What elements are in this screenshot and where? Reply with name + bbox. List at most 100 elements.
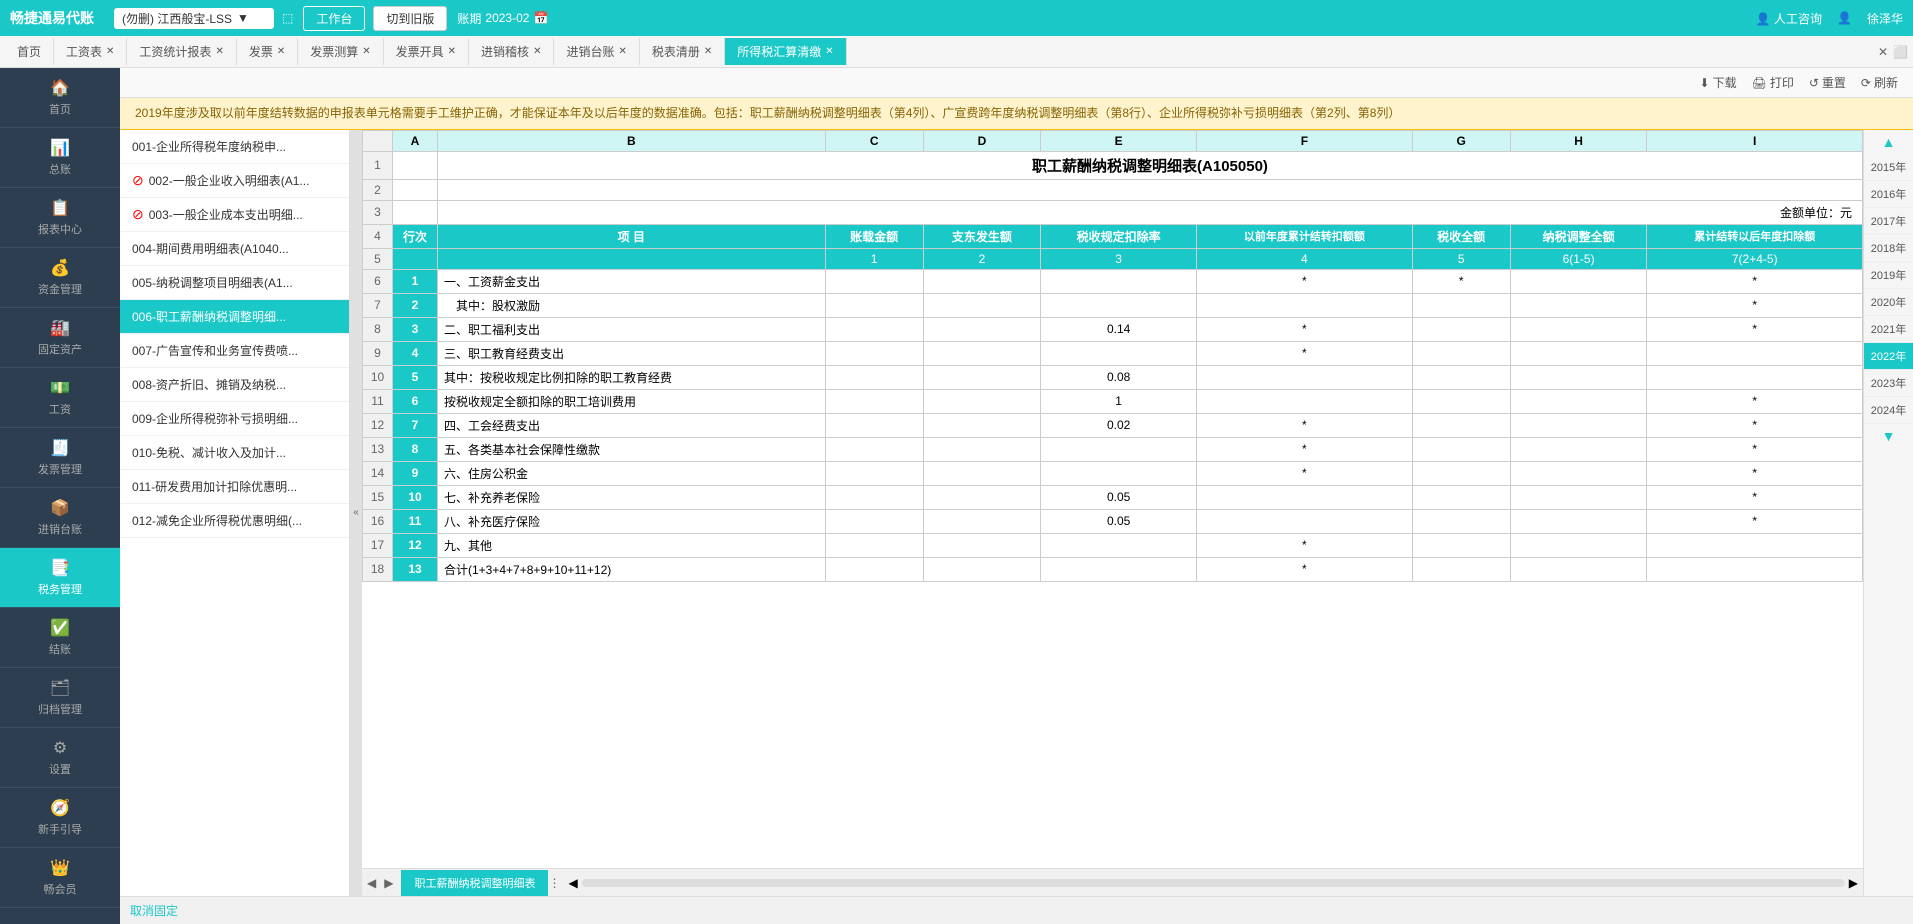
left-panel: 001-企业所得税年度纳税申... ⊘002-一般企业收入明细表(A1... ⊘… [120,130,350,897]
sidebar-item-reports[interactable]: 📋 报表中心 [0,188,120,248]
tab-income-tax[interactable]: 所得税汇算清缴 ✕ [725,38,846,65]
sidebar-item-member[interactable]: 👑 畅会员 [0,848,120,908]
company-selector[interactable]: (勿删) 江西般宝-LSS ▼ [114,8,274,29]
tab-payroll-stat[interactable]: 工资统计报表 ✕ [127,38,236,65]
sidebar-item-guide[interactable]: 🧭 新手引导 [0,788,120,848]
sidebar-item-funds[interactable]: 💰 资金管理 [0,248,120,308]
close-tab-purchase-check[interactable]: ✕ [533,46,541,57]
user-avatar[interactable]: 👤 [1837,11,1852,25]
close-tab-invoice[interactable]: ✕ [277,46,285,57]
year-2020[interactable]: 2020年 [1864,289,1913,316]
year-2017[interactable]: 2017年 [1864,208,1913,235]
sidebar-item-archive[interactable]: 🗂 归档管理 [0,668,120,728]
table-row[interactable]: 11 6 按税收规定全额扣除的职工培训费用 1 * [363,389,1863,413]
left-panel-item-012[interactable]: 012-减免企业所得税优惠明细(... [120,504,349,538]
year-2015[interactable]: 2015年 [1864,154,1913,181]
col-i-label: 累计结转以后年度扣除额 [1647,224,1863,248]
tab-invoice[interactable]: 发票 ✕ [237,38,298,65]
tab-invoice-open[interactable]: 发票开具 ✕ [384,38,469,65]
sheet-scrollbar[interactable] [582,879,1845,887]
left-panel-item-006[interactable]: 006-职工薪酬纳税调整明细... [120,300,349,334]
left-panel-item-004[interactable]: 004-期间费用明细表(A1040... [120,232,349,266]
year-2019[interactable]: 2019年 [1864,262,1913,289]
left-panel-item-010[interactable]: 010-免税、减计收入及加计... [120,436,349,470]
left-panel-item-002[interactable]: ⊘002-一般企业收入明细表(A1... [120,164,349,198]
tab-purchase-ledger[interactable]: 进销台账 ✕ [554,38,639,65]
cancel-fixed-button[interactable]: 取消固定 [130,902,178,919]
year-nav-down[interactable]: ▼ [1878,424,1900,448]
table-row[interactable]: 12 7 四、工会经费支出 0.02 * * [363,413,1863,437]
table-row[interactable]: 13 8 五、各类基本社会保障性缴款 * * [363,437,1863,461]
year-2024[interactable]: 2024年 [1864,397,1913,424]
close-tab-tax-book[interactable]: ✕ [704,46,712,57]
download-button[interactable]: ⬇ 下载 [1700,74,1737,91]
sheet-options[interactable]: ⋮ [548,876,560,890]
table-row[interactable]: 14 9 六、住房公积金 * * [363,461,1863,485]
switch-button[interactable]: 切到旧版 [373,6,447,31]
year-2023[interactable]: 2023年 [1864,370,1913,397]
tab-invoice-calc[interactable]: 发票测算 ✕ [298,38,383,65]
table-row[interactable]: 8 3 二、职工福利支出 0.14 * * [363,317,1863,341]
table-row[interactable]: 16 11 八、补充医疗保险 0.05 * [363,509,1863,533]
left-panel-item-001[interactable]: 001-企业所得税年度纳税申... [120,130,349,164]
table-row[interactable]: 6 1 一、工资薪金支出 * * * [363,269,1863,293]
sidebar-item-payroll[interactable]: 💵 工资 [0,368,120,428]
print-button[interactable]: 🖨 打印 [1752,74,1794,91]
year-2021[interactable]: 2021年 [1864,316,1913,343]
top-right: 👤 人工咨询 👤 徐泽华 [1756,10,1903,27]
sheet-scroll-bar-right[interactable]: ▶ [1849,876,1858,890]
left-panel-item-011[interactable]: 011-研发费用加计扣除优惠明... [120,470,349,504]
year-2022[interactable]: 2022年 [1864,343,1913,370]
sidebar-item-tax[interactable]: 📑 税务管理 [0,548,120,608]
sheet-scroll-bar-left[interactable]: ◀ [568,876,577,890]
close-tab-purchase-ledger[interactable]: ✕ [618,46,626,57]
collapse-button[interactable]: « [350,130,362,897]
close-tab-income-tax[interactable]: ✕ [825,46,833,57]
table-row[interactable]: 17 12 九、其他 * [363,533,1863,557]
sheet-tab-main[interactable]: 职工薪酬纳税调整明细表 [401,870,548,896]
spreadsheet-wrapper[interactable]: A B C D E F G H I [362,130,1863,869]
table-row[interactable]: 7 2 其中：股权激励 * [363,293,1863,317]
year-2018[interactable]: 2018年 [1864,235,1913,262]
close-tab-invoice-open[interactable]: ✕ [448,46,456,57]
tab-purchase-check[interactable]: 进销稽核 ✕ [469,38,554,65]
sidebar-item-invoice-mgmt[interactable]: 🧾 发票管理 [0,428,120,488]
support-link[interactable]: 👤 人工咨询 [1756,10,1822,27]
table-row[interactable]: 18 13 合计(1+3+4+7+8+9+10+11+12) * [363,557,1863,581]
sidebar-item-settings[interactable]: ⚙ 设置 [0,728,120,788]
maximize-icon[interactable]: ⬜ [1893,45,1908,59]
left-panel-item-005[interactable]: 005-纳税调整项目明细表(A1... [120,266,349,300]
table-row[interactable]: 15 10 七、补充养老保险 0.05 * [363,485,1863,509]
table-row[interactable]: 9 4 三、职工教育经费支出 * [363,341,1863,365]
close-window-icon[interactable]: ✕ [1878,45,1888,59]
refresh-button[interactable]: ⟳ 刷新 [1861,74,1898,91]
copy-icon[interactable]: ⬚ [282,11,293,25]
close-tab-payroll-stat[interactable]: ✕ [215,46,223,57]
col-h-header: H [1510,130,1647,151]
table-row[interactable]: 10 5 其中：按税收规定比例扣除的职工教育经费 0.08 [363,365,1863,389]
year-nav-up[interactable]: ▲ [1878,130,1900,154]
close-tab-invoice-calc[interactable]: ✕ [362,46,370,57]
close-tab-payroll[interactable]: ✕ [106,46,114,57]
sidebar-item-sales-ledger[interactable]: 📦 进销台账 [0,488,120,548]
left-panel-item-008[interactable]: 008-资产折旧、摊销及纳税... [120,368,349,402]
sheet-scroll-right[interactable]: ▶ [384,876,393,890]
col-d-header: D [923,130,1040,151]
workspace-button[interactable]: 工作台 [303,6,365,31]
left-panel-item-007[interactable]: 007-广告宣传和业务宣传费喷... [120,334,349,368]
user-name: 徐泽华 [1867,10,1903,27]
sidebar-item-general-ledger[interactable]: 📊 总账 [0,128,120,188]
left-panel-item-003[interactable]: ⊘003-一般企业成本支出明细... [120,198,349,232]
calendar-icon[interactable]: 📅 [533,11,548,25]
reset-button[interactable]: ↺ 重置 [1809,74,1846,91]
tab-tax-book[interactable]: 税表清册 ✕ [640,38,725,65]
tab-payroll[interactable]: 工资表 ✕ [54,38,127,65]
sidebar-item-close[interactable]: ✅ 结账 [0,608,120,668]
tab-home[interactable]: 首页 [5,38,54,65]
sidebar-item-assets[interactable]: 🏭 固定资产 [0,308,120,368]
year-2016[interactable]: 2016年 [1864,181,1913,208]
company-dropdown-icon[interactable]: ▼ [237,11,249,25]
left-panel-item-009[interactable]: 009-企业所得税弥补亏损明细... [120,402,349,436]
sheet-scroll-left[interactable]: ◀ [367,876,376,890]
sidebar-item-home[interactable]: 🏠 首页 [0,68,120,128]
